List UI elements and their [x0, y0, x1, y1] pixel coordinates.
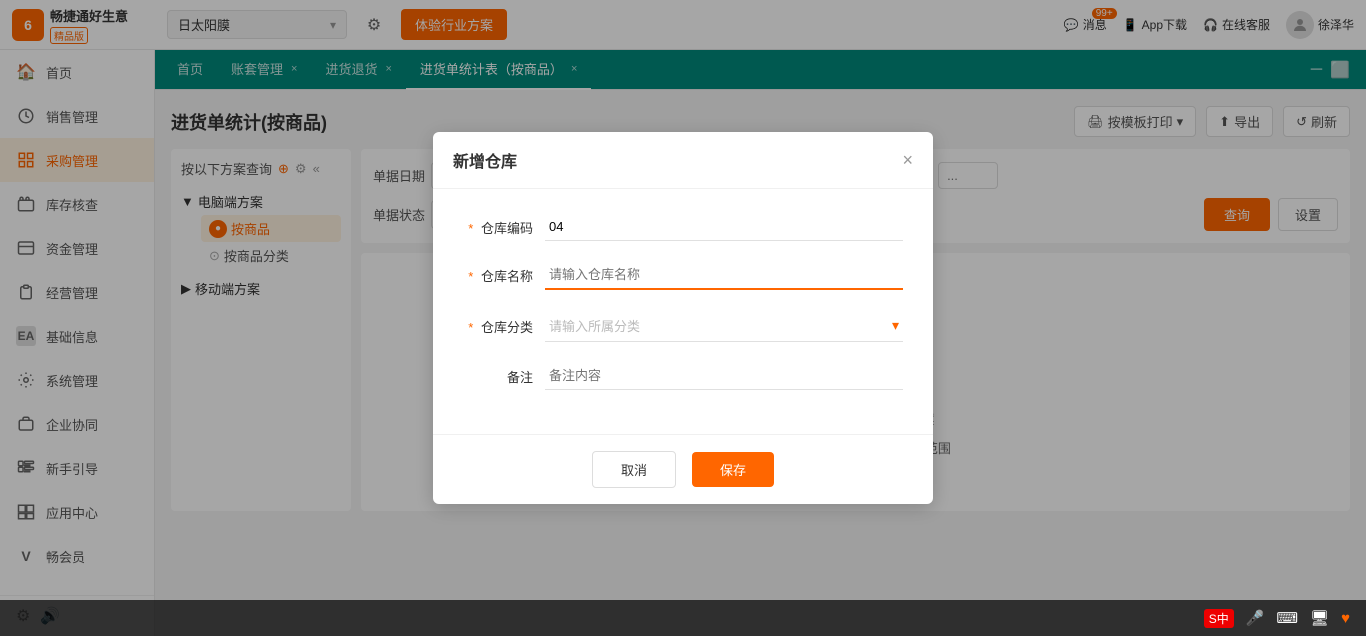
modal-name-label: * 仓库名称 — [463, 266, 533, 285]
favorite-icon[interactable]: ♥ — [1341, 610, 1350, 627]
modal-header: 新增仓库 × — [433, 132, 933, 189]
modal-category-label: * 仓库分类 — [463, 317, 533, 336]
required-star-cat: * — [468, 320, 473, 335]
modal-note-input[interactable] — [545, 362, 903, 390]
modal-row-category: * 仓库分类 请输入所属分类 ▾ — [463, 310, 903, 342]
modal-row-code: * 仓库编码 — [463, 213, 903, 241]
modal-note-label: 备注 — [463, 367, 533, 386]
modal-cancel-btn[interactable]: 取消 — [592, 451, 676, 488]
mic-icon[interactable]: 🎤 — [1246, 609, 1265, 627]
modal-save-btn[interactable]: 保存 — [692, 452, 774, 487]
modal-close-btn[interactable]: × — [902, 150, 913, 171]
monitor-icon[interactable]: 🖥 — [1310, 609, 1329, 627]
modal-category-select[interactable]: 请输入所属分类 ▾ — [545, 310, 903, 342]
modal-code-input[interactable] — [545, 213, 903, 241]
modal-title: 新增仓库 — [453, 148, 517, 172]
modal-row-note: 备注 — [463, 362, 903, 390]
modal-name-input[interactable] — [545, 261, 903, 290]
modal-overlay[interactable]: 新增仓库 × * 仓库编码 * 仓库名称 — [0, 0, 1366, 636]
required-star: * — [468, 221, 473, 236]
modal-row-name: * 仓库名称 — [463, 261, 903, 290]
modal-footer: 取消 保存 — [433, 434, 933, 504]
modal-code-label: * 仓库编码 — [463, 218, 533, 237]
bottom-bar: S中 🎤 ⌨ 🖥 ♥ — [0, 600, 1366, 636]
category-dropdown-icon: ▾ — [892, 317, 899, 334]
required-star-name: * — [468, 269, 473, 284]
modal-body: * 仓库编码 * 仓库名称 * 仓库分类 请输入所属 — [433, 189, 933, 434]
modal: 新增仓库 × * 仓库编码 * 仓库名称 — [433, 132, 933, 504]
keyboard-icon[interactable]: ⌨ — [1276, 609, 1298, 627]
modal-category-placeholder: 请输入所属分类 — [549, 316, 892, 335]
sougou-icon[interactable]: S中 — [1204, 609, 1234, 628]
